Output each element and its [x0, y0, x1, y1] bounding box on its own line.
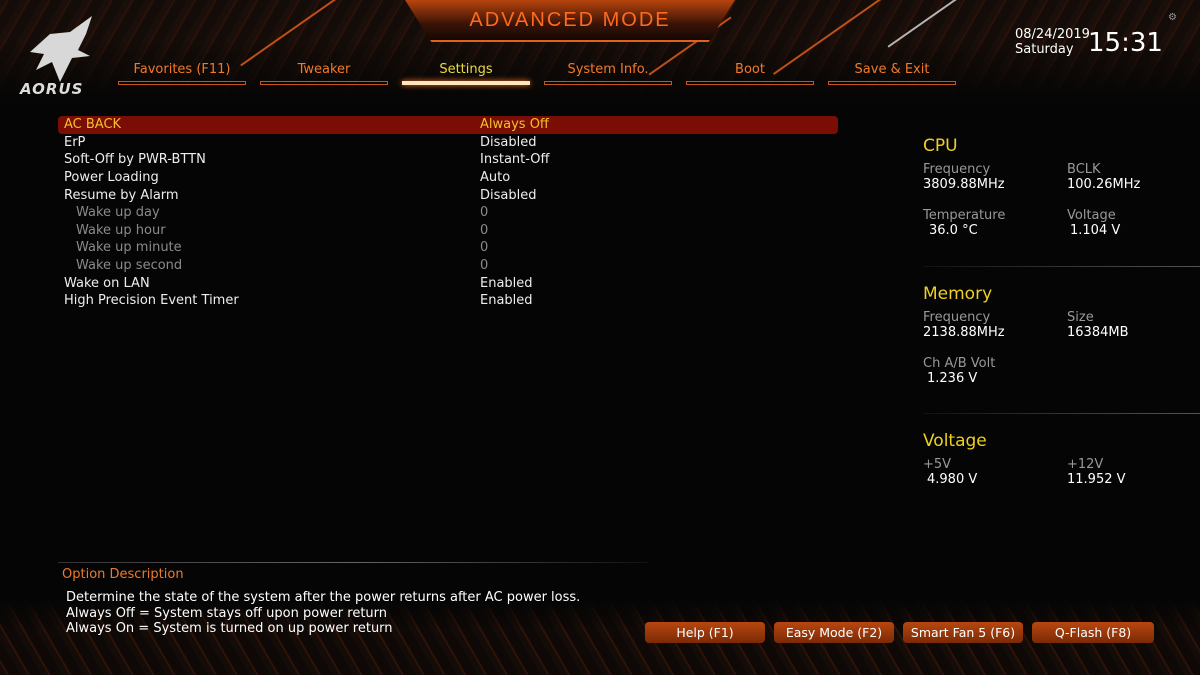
cpu-voltage-value: 1.104 V [1070, 223, 1121, 238]
description-line: Determine the state of the system after … [66, 590, 581, 605]
tab-label: Save & Exit [854, 62, 930, 77]
tab-save-exit[interactable]: Save & Exit [828, 62, 956, 89]
cpu-voltage-label: Voltage [1067, 208, 1116, 223]
5v-label: +5V [923, 457, 952, 472]
voltage-heading: Voltage [923, 431, 987, 451]
setting-row-wake-on-lan[interactable]: Wake on LAN Enabled [58, 274, 838, 292]
q-flash-button[interactable]: Q-Flash (F8) [1032, 622, 1154, 643]
easy-mode-button[interactable]: Easy Mode (F2) [774, 622, 894, 643]
setting-value: Enabled [480, 275, 533, 291]
option-description-heading: Option Description [62, 567, 184, 582]
memory-size-label: Size [1067, 310, 1094, 325]
page-title: ADVANCED MODE [469, 9, 671, 31]
divider [923, 266, 1200, 267]
setting-value: Auto [480, 170, 511, 186]
setting-label: High Precision Event Timer [64, 293, 239, 309]
setting-row-power-loading[interactable]: Power Loading Auto [58, 169, 838, 187]
cpu-temp-value: 36.0 °C [929, 223, 978, 238]
description-line: Always Off = System stays off upon power… [66, 605, 388, 621]
setting-row-hpet[interactable]: High Precision Event Timer Enabled [58, 292, 838, 310]
bclk-label: BCLK [1067, 162, 1101, 177]
setting-row-wake-second: Wake up second 0 [58, 257, 838, 275]
setting-label: ErP [64, 134, 86, 150]
voltage-panel: Voltage +5V 4.980 V +12V 11.952 V [923, 431, 1187, 487]
setting-label: Resume by Alarm [64, 187, 179, 203]
divider [58, 562, 648, 563]
tab-system-info[interactable]: System Info. [544, 62, 672, 89]
help-button[interactable]: Help (F1) [645, 622, 765, 643]
tab-label: System Info. [567, 62, 649, 77]
setting-label: Wake up day [76, 205, 160, 221]
setting-label: Wake on LAN [64, 275, 150, 291]
settings-list: AC BACK Always Off ErP Disabled Soft-Off b… [58, 116, 838, 310]
weekday: Saturday [1015, 42, 1074, 57]
cpu-frequency-value: 3809.88MHz [923, 177, 1005, 192]
tab-boot[interactable]: Boot [686, 62, 814, 89]
setting-value: Always Off [480, 117, 549, 133]
tab-label: Favorites (F11) [133, 62, 231, 77]
description-line: Always On = System is turned on up power… [66, 621, 393, 636]
memory-volt-label: Ch A/B Volt [923, 356, 996, 371]
setting-label: Wake up second [76, 258, 183, 274]
setting-value: 0 [480, 222, 489, 238]
main-tabs: Favorites (F11) Tweaker Settings System … [118, 62, 956, 89]
setting-value: Disabled [480, 187, 537, 203]
settings-gear-icon[interactable]: ⚙ [1168, 12, 1177, 23]
cpu-heading: CPU [923, 136, 958, 156]
12v-value: 11.952 V [1067, 472, 1126, 487]
date-display: 08/24/2019 Saturday [1015, 27, 1090, 57]
bclk-value: 100.26MHz [1067, 177, 1141, 192]
cpu-frequency-label: Frequency [923, 162, 991, 177]
setting-row-wake-minute: Wake up minute 0 [58, 239, 838, 257]
aorus-logo-text: AORUS [20, 80, 84, 98]
setting-value: 0 [480, 258, 489, 274]
setting-value: 0 [480, 205, 489, 221]
setting-value: Disabled [480, 134, 537, 150]
setting-value: Instant-Off [480, 152, 550, 168]
tab-label: Boot [735, 62, 765, 77]
setting-value: 0 [480, 240, 489, 256]
setting-value: Enabled [480, 293, 533, 309]
tab-favorites[interactable]: Favorites (F11) [118, 62, 246, 89]
setting-label: Wake up hour [76, 222, 166, 238]
memory-frequency-label: Frequency [923, 310, 991, 325]
smart-fan-button[interactable]: Smart Fan 5 (F6) [903, 622, 1023, 643]
memory-panel: Memory Frequency 2138.88MHz Size 16384MB C… [923, 284, 1187, 386]
function-buttons: Help (F1) Easy Mode (F2) Smart Fan 5 (F6… [645, 622, 1154, 643]
setting-label: Wake up minute [76, 240, 182, 256]
tab-settings[interactable]: Settings [402, 62, 530, 89]
memory-frequency-value: 2138.88MHz [923, 325, 1005, 340]
setting-label: Power Loading [64, 170, 159, 186]
5v-value: 4.980 V [927, 472, 978, 487]
setting-row-soft-off[interactable]: Soft-Off by PWR-BTTN Instant-Off [58, 151, 838, 169]
setting-row-erp[interactable]: ErP Disabled [58, 134, 838, 152]
memory-heading: Memory [923, 284, 993, 304]
date: 08/24/2019 [1015, 27, 1090, 42]
12v-label: +12V [1067, 457, 1104, 472]
tab-tweaker[interactable]: Tweaker [260, 62, 388, 89]
setting-row-wake-hour: Wake up hour 0 [58, 222, 838, 240]
option-description: Determine the state of the system after … [66, 590, 580, 637]
cpu-panel: CPU Frequency 3809.88MHz BCLK 100.26MHz Te… [923, 136, 1187, 238]
setting-row-wake-day: Wake up day 0 [58, 204, 838, 222]
tab-label: Settings [439, 62, 493, 77]
cpu-temp-label: Temperature [923, 208, 1006, 223]
setting-row-resume-by-alarm[interactable]: Resume by Alarm Disabled [58, 186, 838, 204]
memory-size-value: 16384MB [1067, 325, 1129, 340]
setting-row-ac-back[interactable]: AC BACK Always Off [58, 116, 838, 134]
tab-label: Tweaker [297, 62, 351, 77]
clock: 15:31 [1088, 28, 1163, 58]
divider [923, 413, 1200, 414]
setting-label: AC BACK [64, 117, 122, 133]
setting-label: Soft-Off by PWR-BTTN [64, 152, 206, 168]
memory-volt-value: 1.236 V [927, 371, 978, 386]
